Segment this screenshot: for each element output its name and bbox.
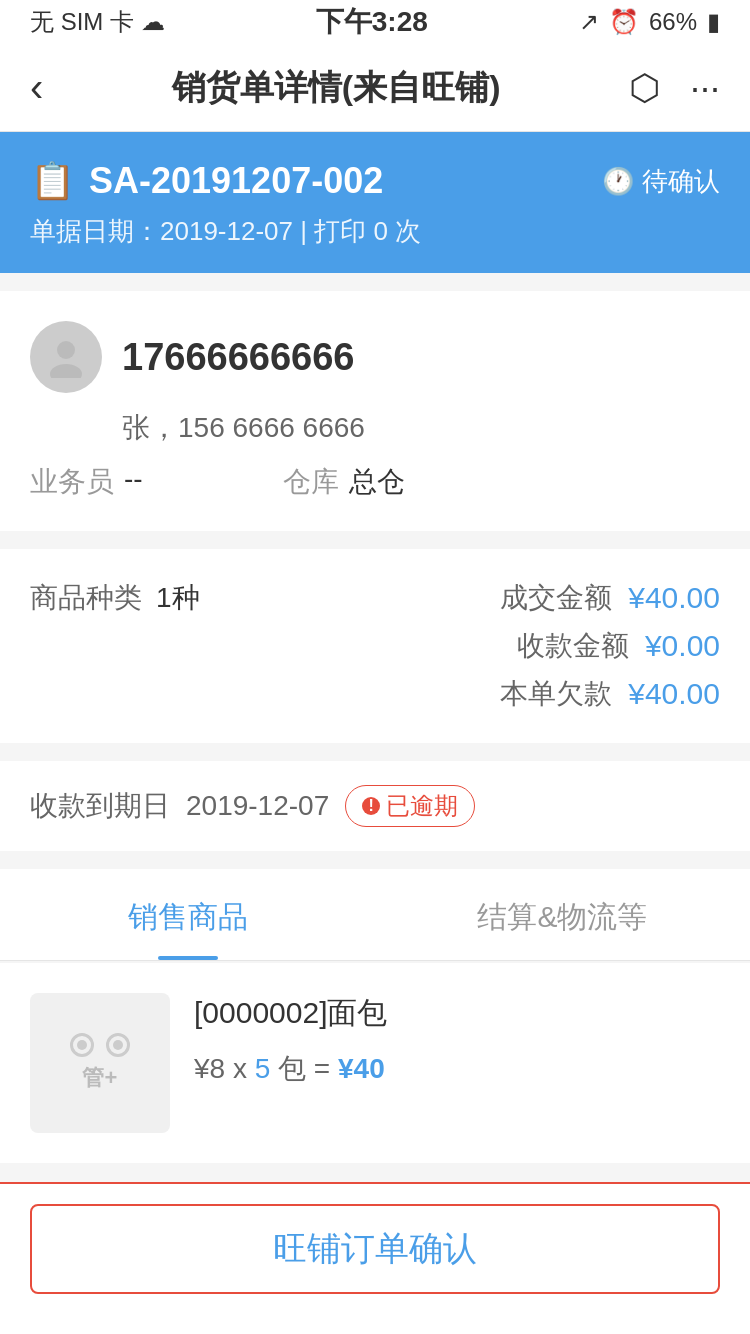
amounts-card: 商品种类 1种 成交金额 ¥40.00 收款金额 ¥0.00 本单欠款 ¥40.… <box>0 549 750 743</box>
battery-icon: ▮ <box>707 8 720 36</box>
status-left: 无 SIM 卡 ☁ <box>30 6 165 38</box>
product-equals: = <box>314 1053 338 1084</box>
product-name: [0000002]面包 <box>194 993 720 1034</box>
tabs-bar: 销售商品 结算&物流等 <box>0 869 750 961</box>
status-bar: 无 SIM 卡 ☁ 下午3:28 ↗ ⏰ 66% ▮ <box>0 0 750 44</box>
product-list: 管+ [0000002]面包 ¥8 x 5 包 = ¥40 <box>0 963 750 1163</box>
salesperson-value: -- <box>124 463 143 501</box>
nav-bar: ‹ 销货单详情(来自旺铺) ⬡ ··· <box>0 44 750 132</box>
customer-phone: 17666666666 <box>122 336 354 379</box>
customer-avatar <box>30 321 102 393</box>
due-date-card: 收款到期日 2019-12-07 ! 已逾期 <box>0 761 750 851</box>
customer-meta: 业务员 -- 仓库 总仓 <box>30 463 720 501</box>
location-icon: ↗ <box>579 8 599 36</box>
confirm-order-button[interactable]: 旺铺订单确认 <box>30 1204 720 1294</box>
product-qty: 5 <box>255 1053 271 1084</box>
svg-point-0 <box>57 341 75 359</box>
product-multiply: x <box>233 1053 255 1084</box>
warehouse-value: 总仓 <box>349 463 405 501</box>
svg-point-1 <box>50 364 82 378</box>
alarm-icon: ⏰ <box>609 8 639 36</box>
balance-label: 本单欠款 <box>500 675 612 713</box>
order-id: 📋 SA-20191207-002 <box>30 160 383 202</box>
due-date-label: 收款到期日 <box>30 787 170 825</box>
order-header: 📋 SA-20191207-002 🕐 待确认 单据日期：2019-12-07 … <box>0 132 750 273</box>
overdue-text: 已逾期 <box>386 790 458 822</box>
tab-sales-goods[interactable]: 销售商品 <box>0 869 375 960</box>
goods-type-label: 商品种类 <box>30 579 142 617</box>
product-price-row: ¥8 x 5 包 = ¥40 <box>194 1050 720 1088</box>
transaction-value: ¥40.00 <box>628 581 720 615</box>
bottom-bar: 旺铺订单确认 <box>0 1182 750 1334</box>
customer-card: 17666666666 张，156 6666 6666 业务员 -- 仓库 总仓 <box>0 291 750 531</box>
transaction-label: 成交金额 <box>500 579 612 617</box>
product-item: 管+ [0000002]面包 ¥8 x 5 包 = ¥40 <box>0 963 750 1163</box>
product-unit: 包 <box>278 1053 306 1084</box>
warehouse-label: 仓库 <box>283 463 339 501</box>
more-icon[interactable]: ··· <box>690 67 720 109</box>
sim-label: 无 SIM 卡 ☁ <box>30 6 165 38</box>
due-date-value: 2019-12-07 <box>186 790 329 822</box>
product-price: ¥8 <box>194 1053 225 1084</box>
payment-label: 收款金额 <box>517 627 629 665</box>
product-thumbnail: 管+ <box>30 993 170 1133</box>
order-date: 单据日期：2019-12-07 | 打印 0 次 <box>30 214 720 249</box>
salesperson-label: 业务员 <box>30 463 114 501</box>
status-time: 下午3:28 <box>316 3 428 41</box>
battery-label: 66% <box>649 8 697 36</box>
customer-name: 张，156 6666 6666 <box>122 409 720 447</box>
order-status: 🕐 待确认 <box>602 164 720 199</box>
payment-value: ¥0.00 <box>645 629 720 663</box>
clock-icon: 🕐 <box>602 166 634 197</box>
product-total: ¥40 <box>338 1053 385 1084</box>
goods-type-value: 1种 <box>156 579 200 617</box>
overdue-badge: ! 已逾期 <box>345 785 475 827</box>
balance-value: ¥40.00 <box>628 677 720 711</box>
product-info: [0000002]面包 ¥8 x 5 包 = ¥40 <box>194 993 720 1088</box>
share-icon[interactable]: ⬡ <box>629 67 660 109</box>
status-right: ↗ ⏰ 66% ▮ <box>579 8 720 36</box>
nav-actions: ⬡ ··· <box>629 67 720 109</box>
order-icon: 📋 <box>30 160 75 202</box>
back-button[interactable]: ‹ <box>30 65 43 110</box>
overdue-icon: ! <box>362 797 380 815</box>
page-title: 销货单详情(来自旺铺) <box>172 65 501 111</box>
tab-settlement[interactable]: 结算&物流等 <box>375 869 750 960</box>
